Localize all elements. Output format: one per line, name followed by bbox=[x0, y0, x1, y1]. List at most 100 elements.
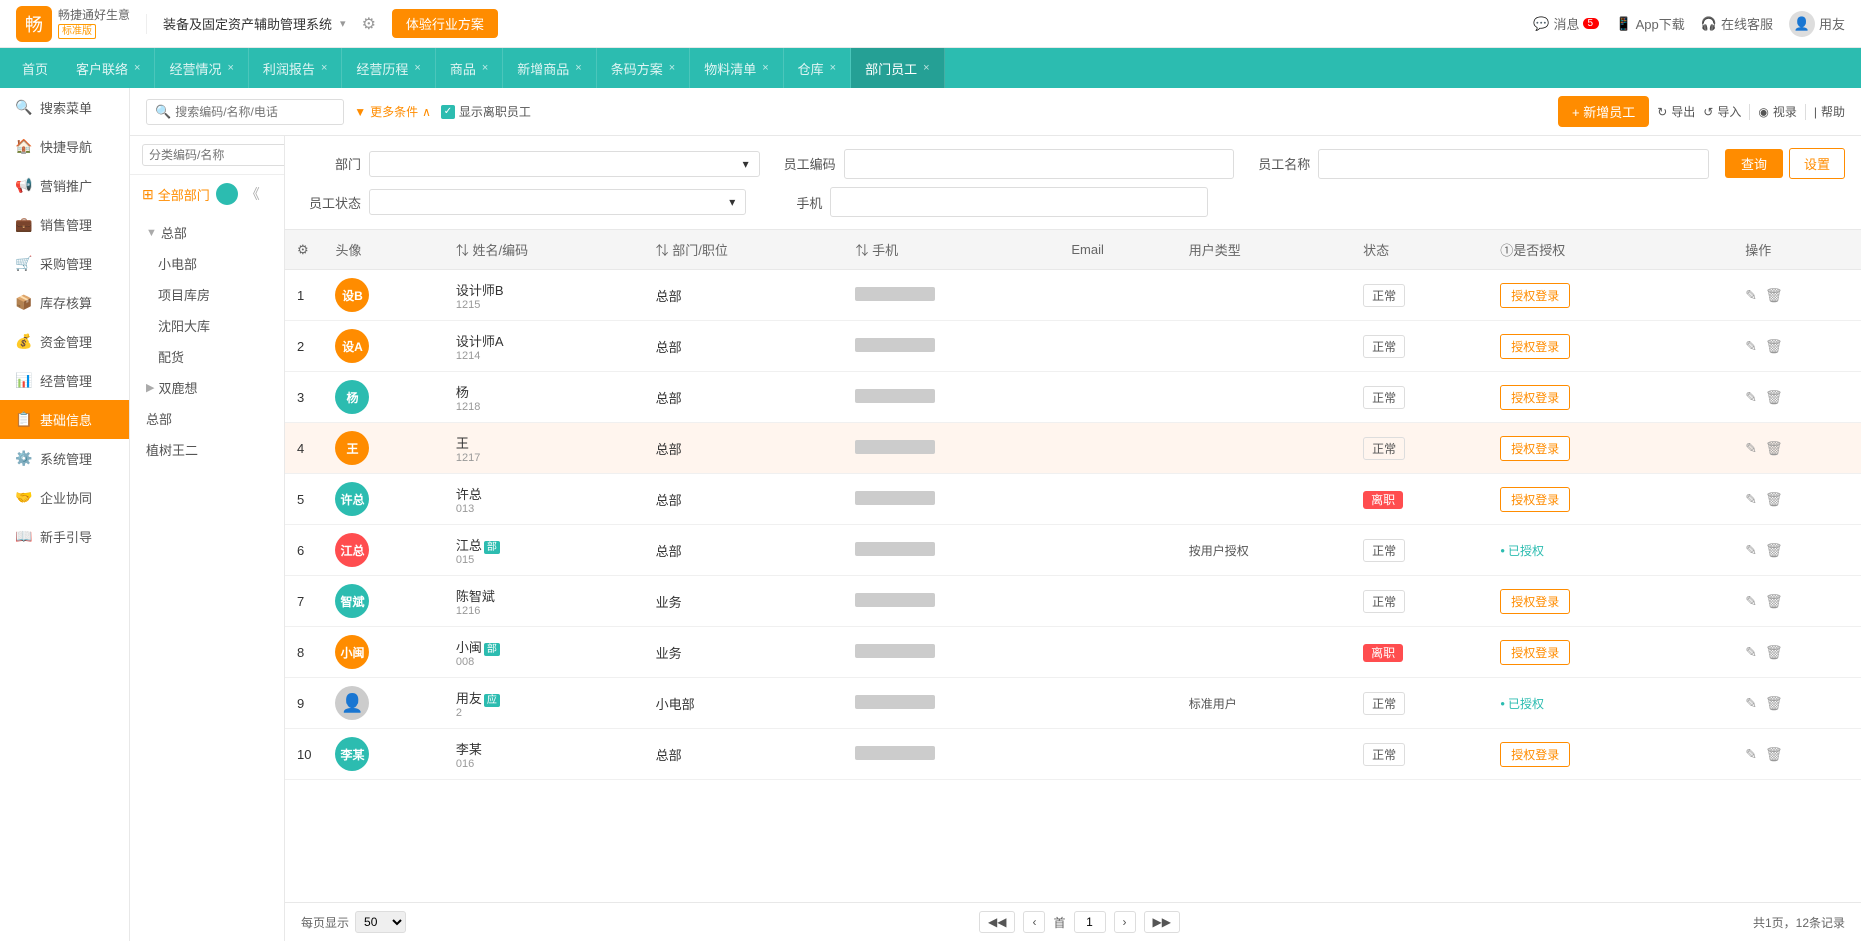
last-page-btn[interactable]: ▶▶ bbox=[1144, 911, 1180, 933]
close-operations-icon[interactable]: × bbox=[227, 62, 233, 74]
sidebar-item-basic[interactable]: 📋 基础信息 bbox=[0, 400, 129, 439]
tab-warehouse[interactable]: 仓库× bbox=[784, 48, 851, 88]
sidebar-item-inventory[interactable]: 📦 库存核算 bbox=[0, 283, 129, 322]
import-btn[interactable]: ↺ 导入 bbox=[1703, 103, 1741, 120]
dept-node-peihuo[interactable]: 配货 bbox=[130, 341, 284, 372]
sidebar-item-guide[interactable]: 📖 新手引导 bbox=[0, 517, 129, 556]
auth-login-button[interactable]: 授权登录 bbox=[1500, 334, 1570, 359]
tab-new-goods[interactable]: 新增商品× bbox=[503, 48, 596, 88]
export-btn[interactable]: ↻ 导出 bbox=[1657, 103, 1695, 120]
tab-bom[interactable]: 物料清单× bbox=[690, 48, 783, 88]
tab-history[interactable]: 经营历程× bbox=[342, 48, 435, 88]
th-name[interactable]: ⇅ 姓名/编码 bbox=[444, 230, 644, 270]
tab-home[interactable]: 首页 bbox=[8, 48, 62, 88]
dept-all-item[interactable]: ⊞ 全部部门 《 bbox=[130, 175, 284, 213]
dept-node-shuanglu[interactable]: ▶ 双鹿想 bbox=[130, 372, 284, 403]
filter-dept-select[interactable]: ▾ bbox=[369, 151, 760, 177]
message-btn[interactable]: 💬 消息 5 bbox=[1533, 14, 1599, 33]
sidebar-item-system[interactable]: ⚙️ 系统管理 bbox=[0, 439, 129, 478]
next-page-btn[interactable]: › bbox=[1114, 911, 1136, 933]
page-number-input[interactable] bbox=[1074, 911, 1106, 933]
edit-button[interactable]: ✎ bbox=[1745, 389, 1757, 406]
filter-empcode-input[interactable] bbox=[844, 149, 1235, 179]
filter-phone-input[interactable] bbox=[830, 187, 1207, 217]
close-dept-icon[interactable]: × bbox=[923, 62, 929, 74]
edit-button[interactable]: ✎ bbox=[1745, 542, 1757, 559]
sidebar-item-search[interactable]: 🔍 搜索菜单 bbox=[0, 88, 129, 127]
edit-button[interactable]: ✎ bbox=[1745, 491, 1757, 508]
sidebar-item-sales[interactable]: 💼 销售管理 bbox=[0, 205, 129, 244]
delete-button[interactable]: 🗑 bbox=[1765, 542, 1783, 559]
delete-button[interactable]: 🗑 bbox=[1765, 491, 1783, 508]
close-newgoods-icon[interactable]: × bbox=[575, 62, 581, 74]
trial-button[interactable]: 体验行业方案 bbox=[392, 9, 498, 38]
app-download-btn[interactable]: 📱 App下载 bbox=[1615, 14, 1684, 33]
dept-node-zongbu[interactable]: 总部 bbox=[130, 403, 284, 434]
close-barcode-icon[interactable]: × bbox=[669, 62, 675, 74]
close-bom-icon[interactable]: × bbox=[762, 62, 768, 74]
auth-login-button[interactable]: 授权登录 bbox=[1500, 385, 1570, 410]
close-goods-icon[interactable]: × bbox=[482, 62, 488, 74]
delete-button[interactable]: 🗑 bbox=[1765, 440, 1783, 457]
search-box[interactable]: 🔍 bbox=[146, 99, 344, 125]
delete-button[interactable]: 🗑 bbox=[1765, 644, 1783, 661]
dropdown-arrow-icon[interactable]: ▾ bbox=[340, 17, 346, 30]
delete-button[interactable]: 🗑 bbox=[1765, 287, 1783, 304]
show-inactive-toggle[interactable]: ✓ 显示离职员工 bbox=[441, 103, 531, 120]
tab-barcode[interactable]: 条码方案× bbox=[597, 48, 690, 88]
online-service-btn[interactable]: 🎧 在线客服 bbox=[1701, 14, 1773, 33]
close-warehouse-icon[interactable]: × bbox=[830, 62, 836, 74]
sidebar-item-purchase[interactable]: 🛒 采购管理 bbox=[0, 244, 129, 283]
tab-customer[interactable]: 客户联络× bbox=[62, 48, 155, 88]
dept-node-xiangmuku[interactable]: 项目库房 bbox=[130, 279, 284, 310]
edit-button[interactable]: ✎ bbox=[1745, 746, 1757, 763]
tab-profit[interactable]: 利润报告× bbox=[249, 48, 342, 88]
edit-button[interactable]: ✎ bbox=[1745, 287, 1757, 304]
user-avatar[interactable]: 👤 用友 bbox=[1789, 11, 1845, 37]
auth-login-button[interactable]: 授权登录 bbox=[1500, 742, 1570, 767]
search-input[interactable] bbox=[175, 105, 335, 119]
tab-goods[interactable]: 商品× bbox=[436, 48, 503, 88]
edit-button[interactable]: ✎ bbox=[1745, 440, 1757, 457]
dept-search-input[interactable] bbox=[142, 144, 285, 166]
query-button[interactable]: 查询 bbox=[1725, 149, 1783, 178]
tab-department[interactable]: 部门员工× bbox=[851, 48, 944, 88]
delete-button[interactable]: 🗑 bbox=[1765, 593, 1783, 610]
auth-login-button[interactable]: 授权登录 bbox=[1500, 436, 1570, 461]
dept-node-zhishu[interactable]: 植树王二 bbox=[130, 434, 284, 465]
filter-status-select[interactable]: ▾ bbox=[369, 189, 746, 215]
edit-button[interactable]: ✎ bbox=[1745, 695, 1757, 712]
delete-button[interactable]: 🗑 bbox=[1765, 389, 1783, 406]
per-page-select[interactable]: 50 20 100 bbox=[355, 911, 406, 933]
dept-node-head[interactable]: ▼ 总部 bbox=[130, 217, 284, 248]
gear-icon[interactable]: ⚙ bbox=[362, 14, 376, 34]
auth-login-button[interactable]: 授权登录 bbox=[1500, 487, 1570, 512]
close-history-icon[interactable]: × bbox=[414, 62, 420, 74]
prev-page-btn[interactable]: ‹ bbox=[1023, 911, 1045, 933]
edit-button[interactable]: ✎ bbox=[1745, 338, 1757, 355]
close-profit-icon[interactable]: × bbox=[321, 62, 327, 74]
edit-button[interactable]: ✎ bbox=[1745, 593, 1757, 610]
settings-button[interactable]: 设置 bbox=[1789, 148, 1845, 179]
edit-button[interactable]: ✎ bbox=[1745, 644, 1757, 661]
auth-login-button[interactable]: 授权登录 bbox=[1500, 283, 1570, 308]
close-customer-icon[interactable]: × bbox=[134, 62, 140, 74]
filter-empname-input[interactable] bbox=[1318, 149, 1709, 179]
sidebar-item-collab[interactable]: 🤝 企业协同 bbox=[0, 478, 129, 517]
add-employee-button[interactable]: + 新增员工 bbox=[1558, 96, 1649, 127]
delete-button[interactable]: 🗑 bbox=[1765, 746, 1783, 763]
delete-button[interactable]: 🗑 bbox=[1765, 695, 1783, 712]
delete-button[interactable]: 🗑 bbox=[1765, 338, 1783, 355]
auth-login-button[interactable]: 授权登录 bbox=[1500, 640, 1570, 665]
th-phone[interactable]: ⇅ 手机 bbox=[843, 230, 1059, 270]
dept-collapse-icon[interactable]: 《 bbox=[246, 184, 260, 204]
first-page-btn[interactable]: ◀◀ bbox=[979, 911, 1015, 933]
sidebar-item-capital[interactable]: 💰 资金管理 bbox=[0, 322, 129, 361]
th-dept[interactable]: ⇅ 部门/职位 bbox=[644, 230, 844, 270]
more-filter-btn[interactable]: ▼ 更多条件 ∧ bbox=[354, 103, 431, 120]
view-btn[interactable]: ◉ 视录 bbox=[1758, 103, 1797, 120]
sidebar-item-ops[interactable]: 📊 经营管理 bbox=[0, 361, 129, 400]
dept-node-xiaodibu[interactable]: 小电部 bbox=[130, 248, 284, 279]
help-btn[interactable]: | 帮助 bbox=[1814, 103, 1845, 120]
tab-operations[interactable]: 经营情况× bbox=[155, 48, 248, 88]
